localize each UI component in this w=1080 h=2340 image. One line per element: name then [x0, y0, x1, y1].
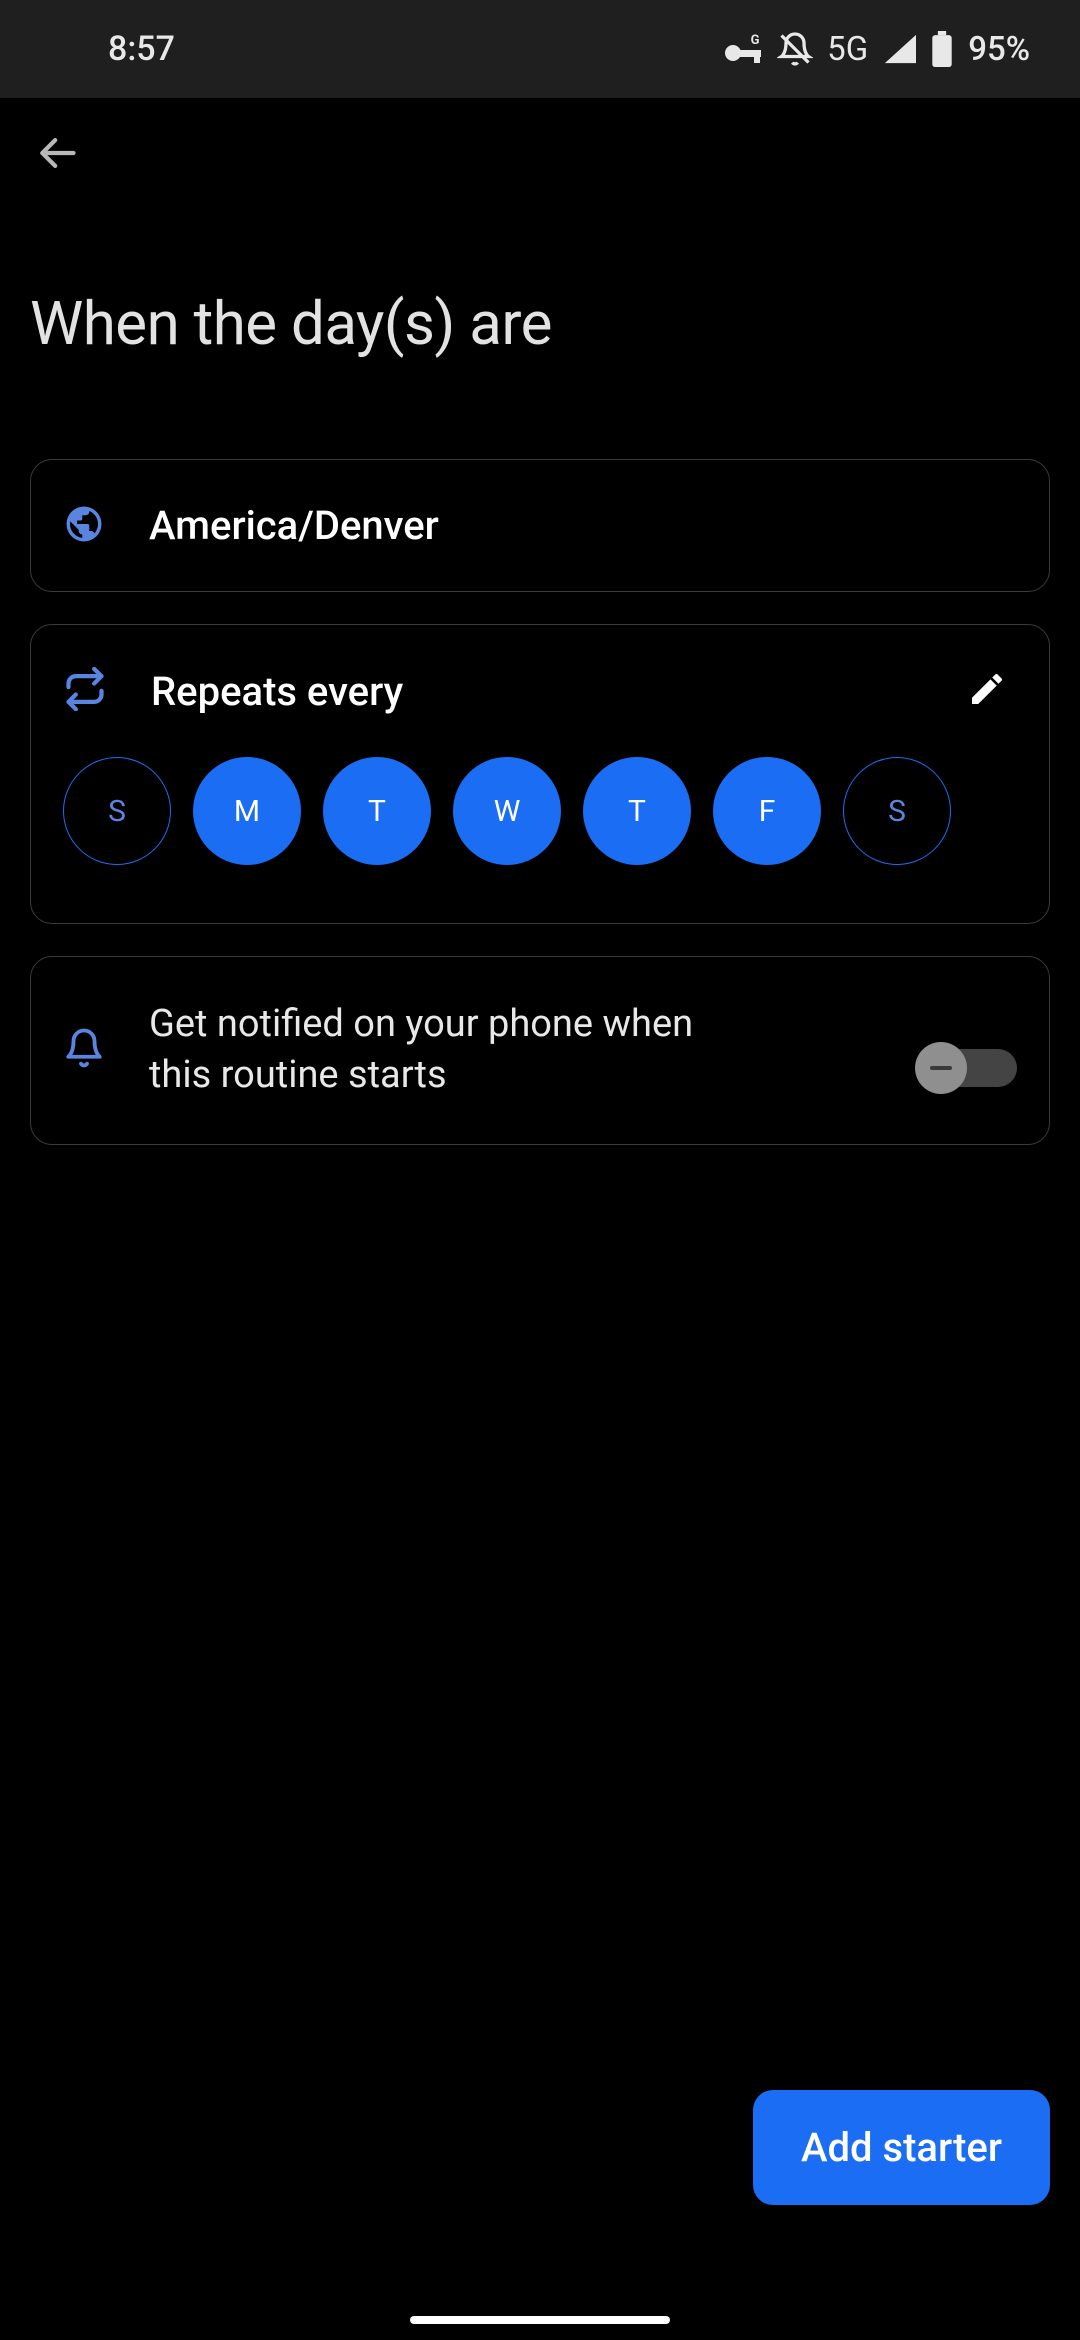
day-chip-2[interactable]: T [323, 757, 431, 865]
day-chip-3[interactable]: W [453, 757, 561, 865]
toggle-knob [915, 1042, 967, 1094]
notify-toggle[interactable] [919, 1049, 1017, 1087]
status-time: 8:57 [108, 29, 175, 69]
add-starter-label: Add starter [801, 2124, 1002, 2171]
day-chip-5[interactable]: F [713, 757, 821, 865]
gesture-nav-pill[interactable] [410, 2316, 670, 2324]
signal-icon [882, 34, 916, 64]
edit-repeats-button[interactable] [967, 669, 1017, 713]
timezone-card[interactable]: America/Denver [30, 459, 1050, 592]
vpn-key-icon: G [723, 34, 763, 64]
battery-icon [930, 31, 954, 67]
bell-icon [63, 1027, 105, 1073]
page-title: When the day(s) are [30, 288, 1080, 359]
app-body: When the day(s) are America/Denver [0, 98, 1080, 1145]
add-starter-button[interactable]: Add starter [753, 2090, 1050, 2205]
days-row: SMTWTFS [63, 757, 1017, 881]
day-chip-6[interactable]: S [843, 757, 951, 865]
notify-card: Get notified on your phone when this rou… [30, 956, 1050, 1145]
network-label: 5G [827, 30, 868, 69]
day-chip-1[interactable]: M [193, 757, 301, 865]
repeats-label: Repeats every [151, 668, 403, 715]
arrow-back-icon [35, 131, 79, 179]
pencil-icon [967, 669, 1007, 713]
timezone-value: America/Denver [149, 502, 439, 549]
nav-bar-bg [0, 2270, 1080, 2340]
status-bar: 8:57 G 5G [0, 0, 1080, 98]
day-chip-4[interactable]: T [583, 757, 691, 865]
dnd-silent-icon [777, 31, 813, 67]
battery-percent: 95% [968, 30, 1030, 69]
status-right: G 5G 95% [723, 30, 1030, 69]
repeats-card: Repeats every SMTWTFS [30, 624, 1050, 924]
svg-text:G: G [751, 34, 760, 48]
back-button[interactable] [22, 120, 92, 190]
notify-text: Get notified on your phone when this rou… [149, 999, 749, 1102]
day-chip-0[interactable]: S [63, 757, 171, 865]
globe-icon [63, 503, 105, 549]
repeat-icon [63, 667, 107, 715]
